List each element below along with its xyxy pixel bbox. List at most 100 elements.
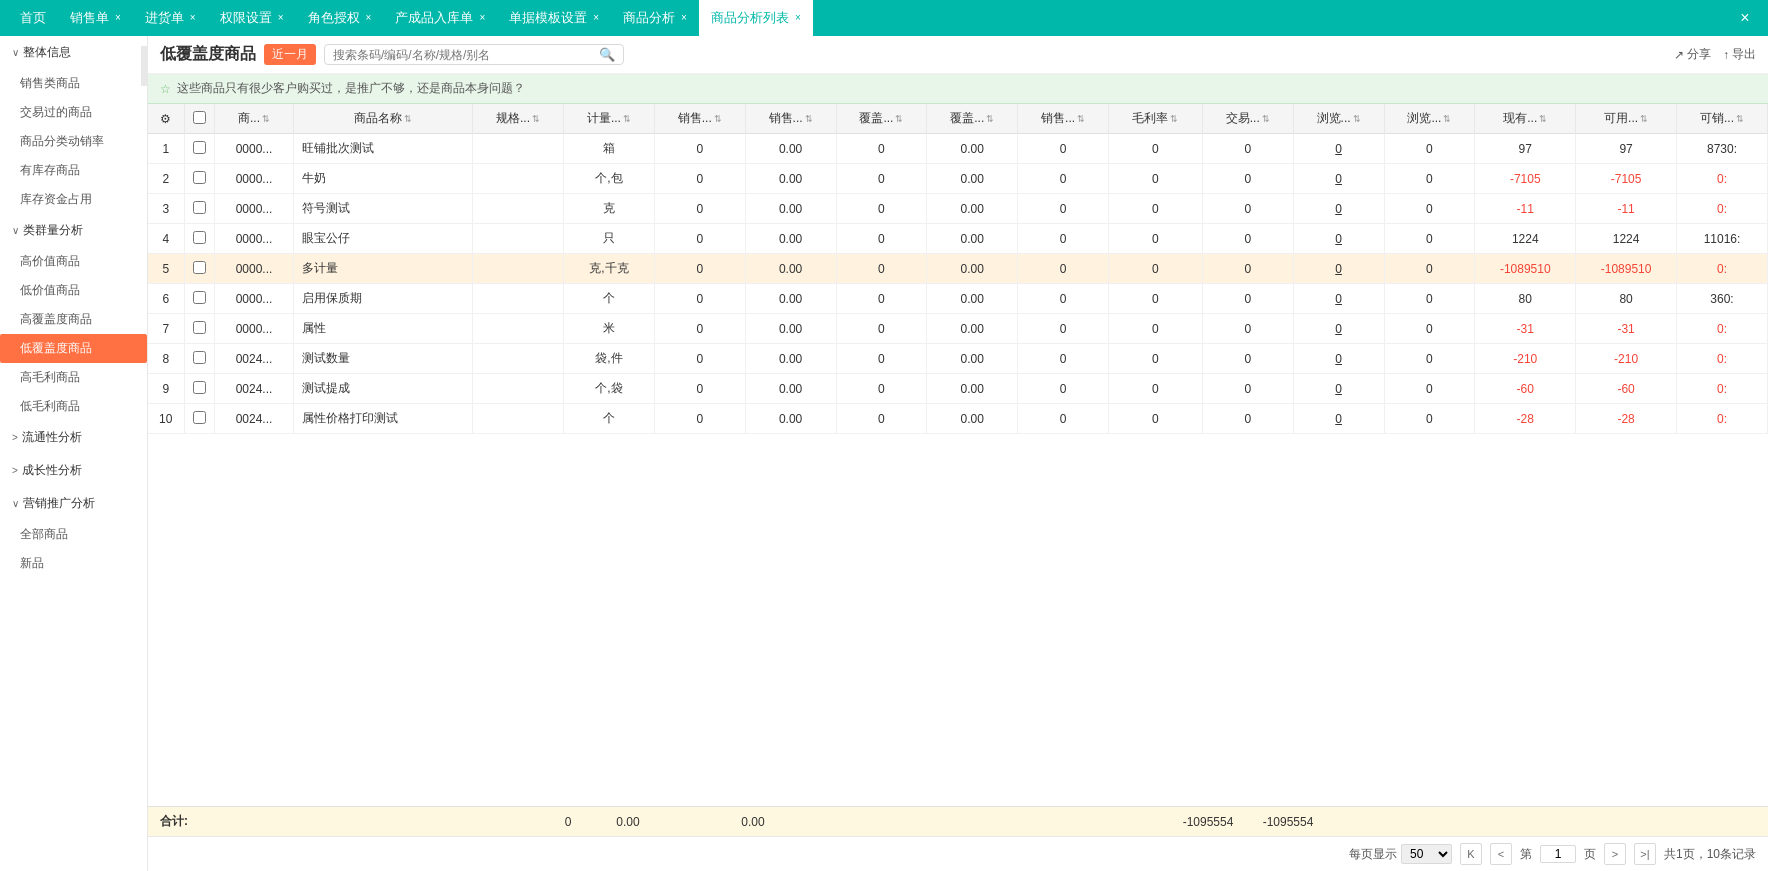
nav-tab-close-7[interactable]: × [795, 0, 801, 36]
nav-tab-close-1[interactable]: × [190, 0, 196, 36]
sidebar-collapse-button[interactable]: 《 [141, 46, 148, 86]
sidebar-item-4-1[interactable]: 新品 [0, 549, 147, 578]
col-gross-margin[interactable]: 毛利率⇅ [1109, 104, 1203, 134]
sort-icon-b2: ⇅ [1443, 114, 1451, 124]
col-cover1[interactable]: 覆盖...⇅ [836, 104, 927, 134]
col-spec[interactable]: 规格...⇅ [473, 104, 564, 134]
nav-tab-6[interactable]: 商品分析× [611, 0, 699, 36]
last-page-button[interactable]: >| [1634, 843, 1656, 865]
share-button[interactable]: ↗ 分享 [1674, 46, 1711, 63]
nav-tab-close-5[interactable]: × [593, 0, 599, 36]
nav-tab-close-0[interactable]: × [115, 0, 121, 36]
col-name[interactable]: 商品名称⇅ [294, 104, 473, 134]
col-sellable[interactable]: 可销...⇅ [1677, 104, 1768, 134]
col-sales-amt[interactable]: 销售...⇅ [745, 104, 836, 134]
col-settings[interactable]: ⚙ [148, 104, 184, 134]
prev-page-button[interactable]: < [1490, 843, 1512, 865]
sidebar-section-header-0[interactable]: ∨整体信息 [0, 36, 147, 69]
col-unit[interactable]: 计量...⇅ [563, 104, 654, 134]
nav-home[interactable]: 首页 [8, 0, 58, 36]
col-cover2[interactable]: 覆盖...⇅ [927, 104, 1018, 134]
col-available[interactable]: 可用...⇅ [1576, 104, 1677, 134]
sidebar-section-header-4[interactable]: ∨营销推广分析 [0, 487, 147, 520]
col-sales-count[interactable]: 销售...⇅ [1018, 104, 1109, 134]
row-checkbox[interactable] [184, 374, 214, 404]
sidebar-section-header-3[interactable]: >成长性分析 [0, 454, 147, 487]
nav-tab-label-7: 商品分析列表 [711, 0, 789, 36]
nav-tab-2[interactable]: 权限设置× [208, 0, 296, 36]
col-checkbox[interactable] [184, 104, 214, 134]
sidebar-item-0-4[interactable]: 库存资金占用 [0, 185, 147, 214]
row-checkbox[interactable] [184, 224, 214, 254]
nav-tab-3[interactable]: 角色授权× [296, 0, 384, 36]
col-available-label: 可用... [1604, 111, 1638, 125]
sidebar-item-0-1[interactable]: 交易过的商品 [0, 98, 147, 127]
next-page-button[interactable]: > [1604, 843, 1626, 865]
row-browse2: 0 [1384, 404, 1475, 434]
row-checkbox[interactable] [184, 404, 214, 434]
share-label: 分享 [1687, 46, 1711, 63]
row-checkbox[interactable] [184, 134, 214, 164]
nav-tab-close-4[interactable]: × [479, 0, 485, 36]
sidebar-item-0-2[interactable]: 商品分类动销率 [0, 127, 147, 156]
row-checkbox[interactable] [184, 284, 214, 314]
nav-tab-4[interactable]: 产成品入库单× [383, 0, 497, 36]
row-checkbox[interactable] [184, 254, 214, 284]
col-browse1[interactable]: 浏览...⇅ [1293, 104, 1384, 134]
row-checkbox[interactable] [184, 344, 214, 374]
sidebar-item-4-0[interactable]: 全部商品 [0, 520, 147, 549]
row-no: 10 [148, 404, 184, 434]
row-sales-qty: 0 [654, 374, 745, 404]
search-icon[interactable]: 🔍 [599, 47, 615, 62]
nav-tab-label-1: 进货单 [145, 0, 184, 36]
page-input[interactable] [1540, 845, 1576, 863]
row-spec [473, 224, 564, 254]
row-checkbox[interactable] [184, 314, 214, 344]
nav-tab-close-2[interactable]: × [278, 0, 284, 36]
row-cover2: 0.00 [927, 164, 1018, 194]
sidebar-item-1-5[interactable]: 低毛利商品 [0, 392, 147, 421]
col-browse2-label: 浏览... [1407, 111, 1441, 125]
sidebar-section-header-2[interactable]: >流通性分析 [0, 421, 147, 454]
window-close-button[interactable]: × [1730, 3, 1760, 33]
row-checkbox[interactable] [184, 194, 214, 224]
nav-tab-close-6[interactable]: × [681, 0, 687, 36]
search-input[interactable] [333, 48, 595, 62]
col-transaction[interactable]: 交易...⇅ [1202, 104, 1293, 134]
sidebar-item-1-3[interactable]: 低覆盖度商品 [0, 334, 147, 363]
sort-icon-b1: ⇅ [1353, 114, 1361, 124]
share-icon: ↗ [1674, 48, 1684, 62]
nav-tab-close-3[interactable]: × [366, 0, 372, 36]
nav-tab-5[interactable]: 单据模板设置× [497, 0, 611, 36]
row-no: 8 [148, 344, 184, 374]
sidebar-item-1-1[interactable]: 低价值商品 [0, 276, 147, 305]
row-name: 启用保质期 [294, 284, 473, 314]
sidebar-item-0-0[interactable]: 销售类商品 [0, 69, 147, 98]
row-checkbox[interactable] [184, 164, 214, 194]
nav-tab-7[interactable]: 商品分析列表× [699, 0, 813, 36]
sidebar-item-1-2[interactable]: 高覆盖度商品 [0, 305, 147, 334]
first-page-button[interactable]: K [1460, 843, 1482, 865]
table-container[interactable]: ⚙ 商...⇅ 商品名称⇅ 规格...⇅ 计量...⇅ 销售...⇅ 销售...… [148, 104, 1768, 806]
page-title: 低覆盖度商品 [160, 44, 256, 65]
col-code[interactable]: 商...⇅ [214, 104, 294, 134]
sidebar-item-0-3[interactable]: 有库存商品 [0, 156, 147, 185]
time-filter-button[interactable]: 近一月 [264, 44, 316, 65]
col-browse2[interactable]: 浏览...⇅ [1384, 104, 1475, 134]
sidebar-section-header-1[interactable]: ∨类群量分析 [0, 214, 147, 247]
row-spec [473, 254, 564, 284]
nav-tab-1[interactable]: 进货单× [133, 0, 208, 36]
per-page-select[interactable]: 2050100 [1401, 844, 1452, 864]
sidebar-section-arrow-0: ∨ [12, 47, 19, 58]
export-button[interactable]: ↑ 导出 [1723, 46, 1756, 63]
col-sales-qty[interactable]: 销售...⇅ [654, 104, 745, 134]
sidebar-item-1-0[interactable]: 高价值商品 [0, 247, 147, 276]
col-current-stock[interactable]: 现有...⇅ [1475, 104, 1576, 134]
nav-tab-label-6: 商品分析 [623, 0, 675, 36]
row-spec [473, 194, 564, 224]
row-sales-amt: 0.00 [745, 254, 836, 284]
sidebar-item-1-4[interactable]: 高毛利商品 [0, 363, 147, 392]
col-cover2-label: 覆盖... [950, 111, 984, 125]
select-all-checkbox[interactable] [193, 111, 206, 124]
nav-tab-0[interactable]: 销售单× [58, 0, 133, 36]
